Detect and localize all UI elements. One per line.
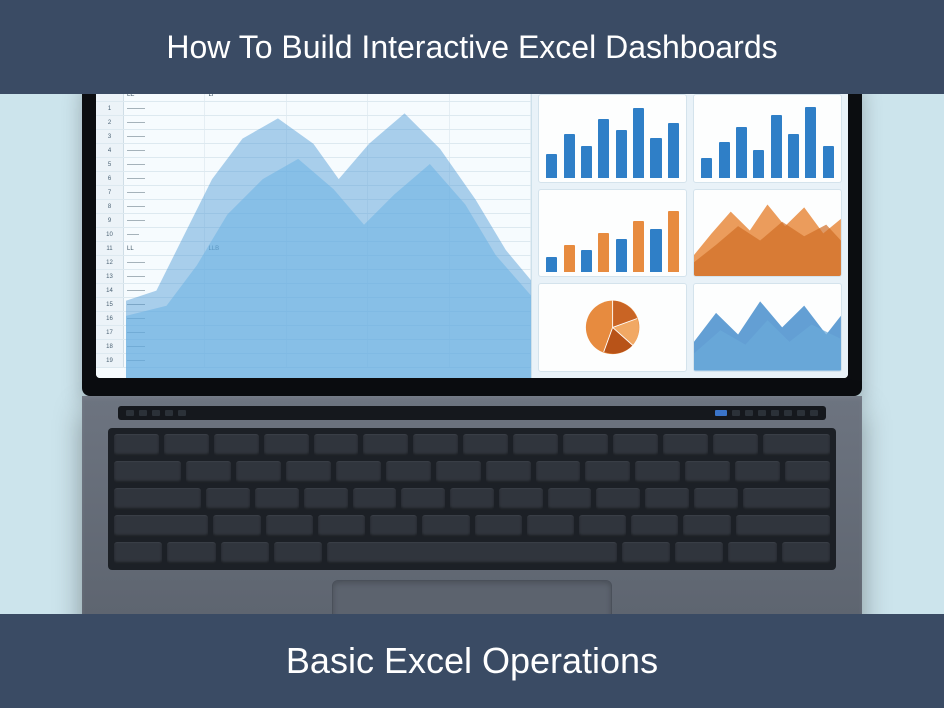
chart-bar-blue-1	[538, 94, 687, 183]
touchbar	[118, 406, 826, 420]
hero-stage: LELF 1——— 2——— 3——— 4——— 5——— 6——— 7——— …	[0, 94, 944, 614]
keyboard	[108, 428, 836, 570]
bottom-banner-title: Basic Excel Operations	[286, 640, 658, 682]
chart-area-orange	[693, 189, 842, 278]
top-banner-title: How To Build Interactive Excel Dashboard…	[166, 29, 777, 66]
laptop-illustration: LELF 1——— 2——— 3——— 4——— 5——— 6——— 7——— …	[82, 94, 862, 614]
laptop-screen: LELF 1——— 2——— 3——— 4——— 5——— 6——— 7——— …	[96, 94, 848, 378]
laptop-deck	[82, 396, 862, 614]
laptop-screen-bezel: LELF 1——— 2——— 3——— 4——— 5——— 6——— 7——— …	[82, 94, 862, 396]
spreadsheet-panel: LELF 1——— 2——— 3——— 4——— 5——— 6——— 7——— …	[96, 94, 532, 378]
spreadsheet-grid: LELF 1——— 2——— 3——— 4——— 5——— 6——— 7——— …	[96, 94, 531, 378]
top-banner: How To Build Interactive Excel Dashboard…	[0, 0, 944, 94]
chart-pie-orange	[538, 283, 687, 372]
charts-panel	[532, 94, 848, 378]
chart-bar-mixed	[538, 189, 687, 278]
bottom-banner: Basic Excel Operations	[0, 614, 944, 708]
trackpad	[332, 580, 612, 614]
chart-area-blue	[693, 283, 842, 372]
chart-bar-blue-2	[693, 94, 842, 183]
